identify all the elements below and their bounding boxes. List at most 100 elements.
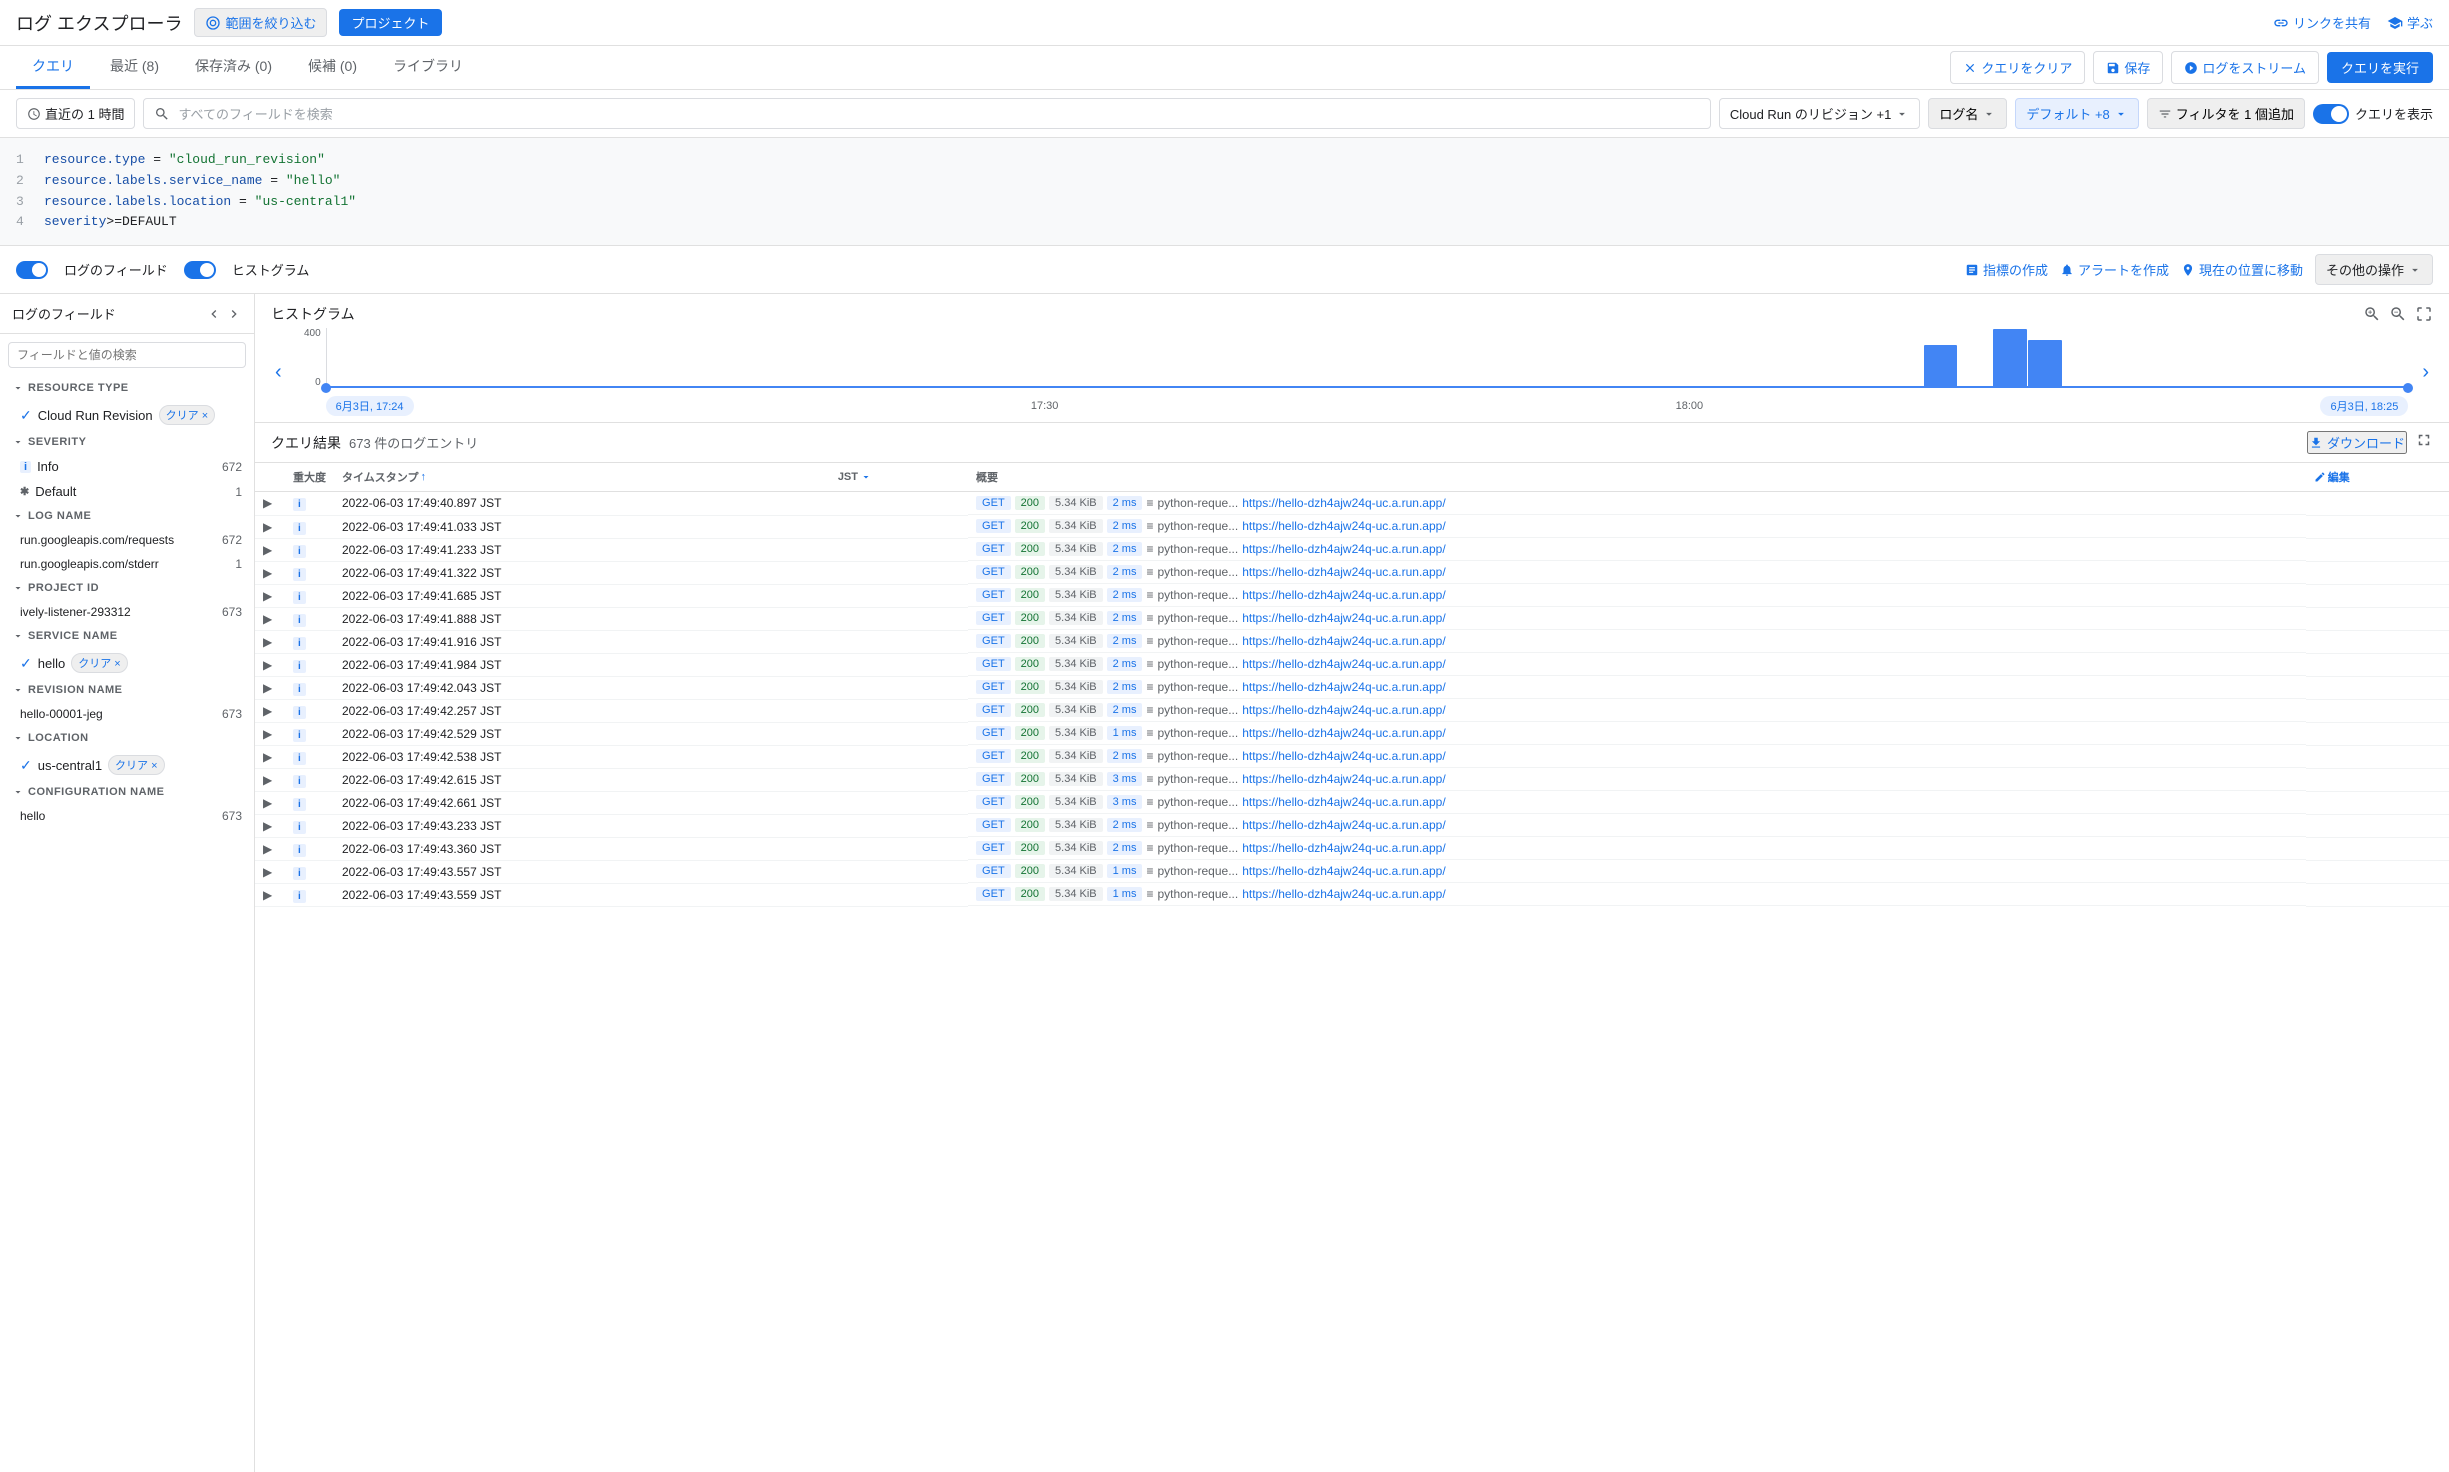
row-expand-2[interactable]: ▶ (255, 538, 285, 561)
row-expand-11[interactable]: ▶ (255, 745, 285, 768)
sidebar-item-stderr-log[interactable]: run.googleapis.com/stderr 1 (0, 552, 254, 576)
sidebar-item-requests-log[interactable]: run.googleapis.com/requests 672 (0, 528, 254, 552)
row-timestamp-15: 2022-06-03 17:49:43.360 JST (334, 837, 830, 860)
fit-icon[interactable] (2415, 305, 2433, 323)
link-icon (2273, 15, 2289, 31)
histogram-toggle[interactable] (184, 261, 216, 279)
row-edit-0 (2306, 492, 2449, 516)
row-expand-14[interactable]: ▶ (255, 814, 285, 837)
row-expand-4[interactable]: ▶ (255, 584, 285, 607)
clear-resource-button[interactable]: クリア × (159, 405, 215, 425)
project-button[interactable]: プロジェクト (339, 9, 441, 36)
row-expand-12[interactable]: ▶ (255, 768, 285, 791)
download-button[interactable]: ダウンロード (2307, 431, 2407, 454)
col-edit[interactable]: 編集 (2306, 463, 2449, 492)
clear-query-button[interactable]: クエリをクリア (1950, 51, 2085, 84)
field-search-input[interactable] (8, 342, 246, 368)
section-severity[interactable]: SEVERITY (0, 430, 254, 454)
row-expand-3[interactable]: ▶ (255, 561, 285, 584)
share-link[interactable]: リンクを共有 (2273, 13, 2371, 32)
histogram-prev-button[interactable]: ‹ (271, 328, 286, 416)
tab-query[interactable]: クエリ (16, 46, 90, 89)
filter-icon (2158, 107, 2172, 121)
row-expand-8[interactable]: ▶ (255, 676, 285, 699)
results-header: クエリ結果 673 件のログエントリ ダウンロード (255, 423, 2449, 463)
stream-button[interactable]: ログをストリーム (2171, 51, 2319, 84)
row-jst-4 (830, 584, 968, 607)
download-icon (2309, 436, 2323, 450)
row-expand-10[interactable]: ▶ (255, 722, 285, 745)
row-timestamp-5: 2022-06-03 17:49:41.888 JST (334, 607, 830, 630)
range-right-dot[interactable] (2403, 383, 2413, 393)
save-button[interactable]: 保存 (2093, 51, 2163, 84)
move-position-button[interactable]: 現在の位置に移動 (2181, 260, 2303, 279)
row-severity-14: i (285, 814, 334, 837)
row-severity-17: i (285, 883, 334, 906)
row-edit-9 (2306, 699, 2449, 722)
create-metrics-button[interactable]: 指標の作成 (1965, 260, 2048, 279)
col-severity: 重大度 (285, 463, 334, 492)
section-service-name[interactable]: SERVICE NAME (0, 624, 254, 648)
run-query-button[interactable]: クエリを実行 (2327, 52, 2433, 83)
jst-dropdown-icon[interactable] (860, 471, 872, 483)
row-jst-15 (830, 837, 968, 860)
time-range-button[interactable]: 直近の 1 時間 (16, 98, 135, 129)
query-toggle[interactable] (2313, 104, 2349, 124)
sidebar-item-project[interactable]: ively-listener-293312 673 (0, 600, 254, 624)
action-buttons: 指標の作成 アラートを作成 現在の位置に移動 その他の操作 (1965, 254, 2433, 285)
section-location[interactable]: LOCATION (0, 726, 254, 750)
row-expand-6[interactable]: ▶ (255, 630, 285, 653)
row-expand-7[interactable]: ▶ (255, 653, 285, 676)
create-alert-button[interactable]: アラートを作成 (2060, 260, 2169, 279)
section-revision-name[interactable]: REVISION NAME (0, 678, 254, 702)
default-filter-button[interactable]: デフォルト +8 (2015, 98, 2138, 129)
expand-icon[interactable] (2415, 431, 2433, 449)
other-operations-button[interactable]: その他の操作 (2315, 254, 2433, 285)
section-config-name[interactable]: CONFIGURATION NAME (0, 780, 254, 804)
sidebar-item-hello-service[interactable]: ✓ hello クリア × (0, 648, 254, 678)
next-icon[interactable] (226, 306, 242, 322)
row-expand-13[interactable]: ▶ (255, 791, 285, 814)
section-resource-type[interactable]: RESOURCE TYPE (0, 376, 254, 400)
prev-icon[interactable] (206, 306, 222, 322)
query-editor[interactable]: 1 resource.type = "cloud_run_revision" 2… (0, 138, 2449, 246)
col-jst[interactable]: JST (830, 463, 968, 492)
zoom-out-icon[interactable] (2389, 305, 2407, 323)
row-expand-16[interactable]: ▶ (255, 860, 285, 883)
resource-filter-button[interactable]: Cloud Run のリビジョン +1 (1719, 98, 1920, 129)
log-name-button[interactable]: ログ名 (1928, 98, 2007, 129)
tab-recent[interactable]: 最近 (8) (94, 46, 175, 89)
row-expand-0[interactable]: ▶ (255, 492, 285, 516)
range-left-dot[interactable] (321, 383, 331, 393)
row-edit-11 (2306, 745, 2449, 768)
sidebar-item-revision[interactable]: hello-00001-jeg 673 (0, 702, 254, 726)
tab-candidate[interactable]: 候補 (0) (292, 46, 373, 89)
sidebar-item-location[interactable]: ✓ us-central1 クリア × (0, 750, 254, 780)
row-expand-9[interactable]: ▶ (255, 699, 285, 722)
learn-link[interactable]: 学ぶ (2387, 13, 2433, 32)
tab-saved[interactable]: 保存済み (0) (179, 46, 288, 89)
clear-service-button[interactable]: クリア × (71, 653, 127, 673)
scope-button[interactable]: 範囲を絞り込む (194, 8, 327, 37)
histogram-next-button[interactable]: › (2418, 328, 2433, 416)
sidebar-item-cloud-run-revision[interactable]: ✓ Cloud Run Revision クリア × (0, 400, 254, 430)
row-expand-1[interactable]: ▶ (255, 515, 285, 538)
main-content: ログのフィールド RESOURCE TYPE ✓ Cloud Run Revis… (0, 294, 2449, 1472)
row-jst-1 (830, 515, 968, 538)
fields-toggle[interactable] (16, 261, 48, 279)
section-log-name[interactable]: LOG NAME (0, 504, 254, 528)
sidebar-item-default[interactable]: ✱ Default 1 (0, 479, 254, 504)
row-expand-17[interactable]: ▶ (255, 883, 285, 906)
col-timestamp[interactable]: タイムスタンプ ↑ (334, 463, 830, 492)
zoom-in-icon[interactable] (2363, 305, 2381, 323)
clear-location-button[interactable]: クリア × (108, 755, 164, 775)
sidebar-item-info[interactable]: i Info 672 (0, 454, 254, 479)
add-filter-button[interactable]: フィルタを 1 個追加 (2147, 98, 2305, 129)
search-bar[interactable]: すべてのフィールドを検索 (143, 98, 1710, 129)
row-expand-5[interactable]: ▶ (255, 607, 285, 630)
row-summary-16: GET 200 5.34 KiB 1 ms ≡ python-reque... … (968, 860, 2306, 883)
section-project-id[interactable]: PROJECT ID (0, 576, 254, 600)
tab-library[interactable]: ライブラリ (377, 46, 479, 89)
sidebar-item-config[interactable]: hello 673 (0, 804, 254, 828)
row-expand-15[interactable]: ▶ (255, 837, 285, 860)
